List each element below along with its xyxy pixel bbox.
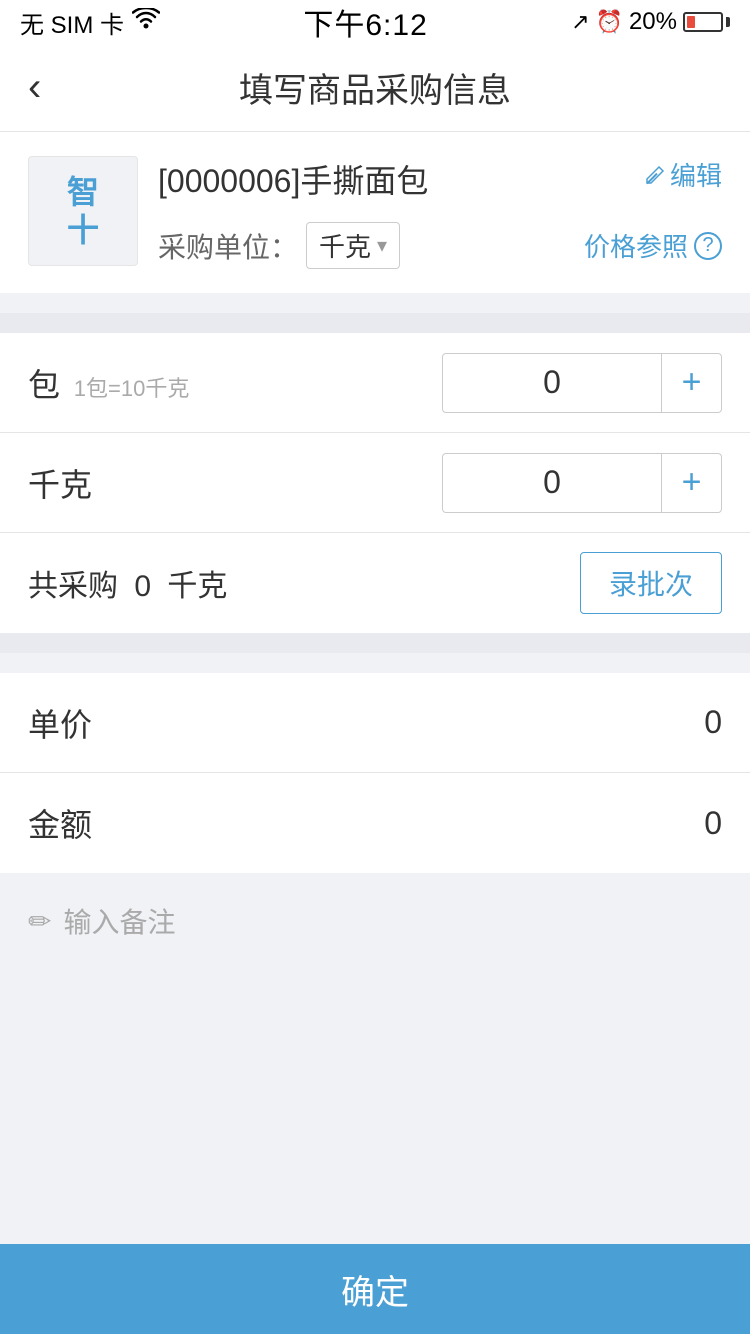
product-name: [0000006]手撕面包: [158, 156, 644, 202]
amount-label: 金额: [28, 800, 92, 846]
summary-row: 共采购 0 千克 录批次: [0, 533, 750, 633]
location-icon: ↗: [571, 9, 589, 35]
edit-icon: [644, 164, 666, 186]
kg-input-group: +: [442, 453, 722, 513]
unit-label: 采购单位：: [158, 226, 298, 266]
bao-input[interactable]: [442, 353, 662, 413]
confirm-label: 确定: [341, 1265, 409, 1314]
status-bar: 无 SIM 卡 下午6:12 ↗ ⏰ 20%: [0, 0, 750, 44]
remark-placeholder-text: 输入备注: [63, 901, 175, 941]
confirm-bar[interactable]: 确定: [0, 1244, 750, 1334]
summary-amount: 0: [134, 570, 151, 603]
amount-row: 金额 0: [0, 773, 750, 873]
kg-label: 千克: [28, 460, 92, 506]
pencil-icon: ✏: [28, 905, 51, 938]
product-info: [0000006]手撕面包 编辑 采购单位： 千克 ▾ 价格参照 ?: [158, 156, 722, 269]
batch-button[interactable]: 录批次: [580, 552, 722, 614]
summary-prefix: 共采购: [28, 570, 118, 603]
status-left: 无 SIM 卡: [20, 5, 160, 40]
edit-button[interactable]: 编辑: [644, 156, 722, 193]
status-time: 下午6:12: [303, 0, 427, 44]
price-ref-label: 价格参照: [584, 227, 688, 264]
battery-indicator: [683, 12, 730, 32]
product-title-row: [0000006]手撕面包 编辑: [158, 156, 722, 202]
kg-plus-button[interactable]: +: [662, 453, 722, 513]
product-card: 智 十 [0000006]手撕面包 编辑 采购单位： 千克 ▾: [0, 132, 750, 293]
bao-plus-button[interactable]: +: [662, 353, 722, 413]
unit-select[interactable]: 千克 ▾: [306, 222, 400, 269]
status-right: ↗ ⏰ 20%: [571, 8, 730, 36]
kg-input[interactable]: [442, 453, 662, 513]
bao-label: 包: [28, 367, 60, 403]
back-button[interactable]: ‹: [28, 65, 41, 110]
amount-value: 0: [704, 805, 722, 842]
bao-sub-label: 1包=10千克: [74, 376, 190, 401]
help-icon: ?: [694, 232, 722, 260]
price-section: 单价 0 金额 0: [0, 673, 750, 873]
battery-percent: 20%: [629, 8, 677, 36]
wifi-icon: [132, 8, 160, 37]
section-divider-1: [0, 313, 750, 333]
nav-bar: ‹ 填写商品采购信息: [0, 44, 750, 132]
bao-row: 包 1包=10千克 +: [0, 333, 750, 433]
product-unit-row: 采购单位： 千克 ▾ 价格参照 ?: [158, 222, 722, 269]
summary-unit: 千克: [167, 570, 227, 603]
unit-price-label: 单价: [28, 700, 92, 746]
page-title: 填写商品采购信息: [239, 63, 511, 112]
alarm-icon: ⏰: [596, 9, 623, 35]
price-reference-button[interactable]: 价格参照 ?: [584, 227, 722, 264]
product-image: 智 十: [28, 156, 138, 266]
remark-section[interactable]: ✏ 输入备注: [0, 873, 750, 993]
unit-price-row: 单价 0: [0, 673, 750, 773]
carrier-label: 无 SIM 卡: [20, 5, 124, 40]
product-logo: 智 十: [67, 173, 99, 250]
summary-text: 共采购 0 千克: [28, 561, 227, 605]
input-section: 包 1包=10千克 + 千克 +: [0, 333, 750, 533]
kg-row: 千克 +: [0, 433, 750, 533]
edit-label: 编辑: [670, 156, 722, 193]
unit-value: 千克: [319, 227, 371, 264]
bao-input-group: +: [442, 353, 722, 413]
chevron-down-icon: ▾: [377, 233, 387, 258]
section-divider-2: [0, 633, 750, 653]
unit-price-value: 0: [704, 704, 722, 741]
remark-placeholder: ✏ 输入备注: [28, 901, 722, 941]
bao-label-group: 包 1包=10千克: [28, 360, 189, 406]
